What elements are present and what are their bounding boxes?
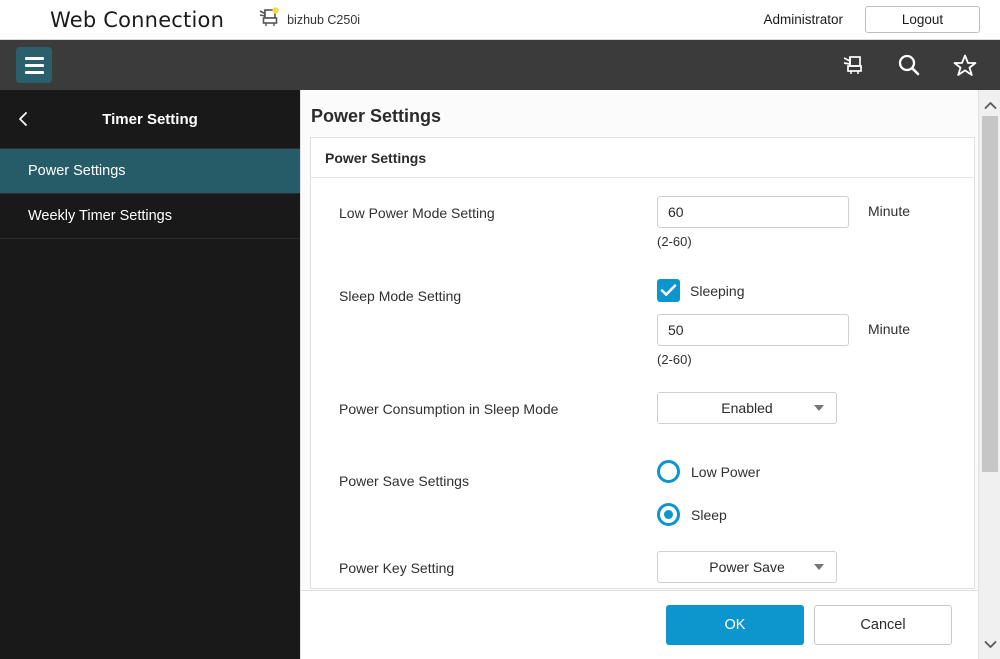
device-model-name: bizhub C250i — [287, 12, 361, 27]
radio-sleep[interactable] — [657, 503, 680, 526]
row-low-power-mode: Low Power Mode Setting (2-60) Minute — [311, 196, 974, 249]
control-power-consumption: Enabled — [657, 392, 974, 436]
chevron-down-icon — [814, 564, 824, 570]
label-low-power-mode: Low Power Mode Setting — [339, 205, 495, 221]
sleeping-checkbox-group[interactable]: Sleeping — [657, 279, 910, 302]
sleep-minutes-input[interactable] — [657, 314, 849, 346]
sidebar-item-label: Power Settings — [28, 163, 126, 179]
radio-sleep-label: Sleep — [691, 506, 727, 523]
sidebar-item-power-settings[interactable]: Power Settings — [0, 149, 300, 194]
row-power-save: Power Save Settings Low Power Sleep — [311, 460, 974, 546]
power-key-selected-value: Power Save — [709, 559, 785, 575]
control-power-save: Low Power Sleep — [657, 460, 974, 546]
vertical-scrollbar[interactable] — [978, 90, 1000, 659]
chevron-down-icon[interactable] — [979, 633, 1000, 655]
radio-group-low-power[interactable]: Low Power — [657, 460, 760, 483]
radio-group-sleep[interactable]: Sleep — [657, 503, 760, 526]
star-icon[interactable] — [952, 52, 978, 78]
control-power-key: Power Save — [657, 551, 974, 595]
printer-icon — [257, 6, 280, 33]
control-sleep-mode: Sleeping (2-60) Minute — [657, 279, 974, 367]
low-power-minutes-input[interactable] — [657, 196, 849, 228]
printer-status-icon[interactable] — [840, 52, 866, 78]
hint-sleep-range: (2-60) — [657, 352, 692, 367]
logout-button[interactable]: Logout — [865, 6, 980, 33]
unit-low-power: Minute — [868, 203, 911, 219]
search-icon[interactable] — [896, 52, 922, 78]
sleeping-checkbox[interactable] — [657, 279, 680, 302]
current-user-label: Administrator — [763, 12, 843, 27]
label-sleep-mode: Sleep Mode Setting — [339, 288, 462, 304]
power-key-select[interactable]: Power Save — [657, 551, 837, 583]
action-footer: OK Cancel — [301, 590, 979, 659]
scrollbar-thumb[interactable] — [982, 116, 998, 472]
settings-form: Low Power Mode Setting (2-60) Minute Sle… — [311, 178, 974, 595]
chevron-left-icon[interactable] — [14, 110, 32, 128]
settings-card: Power Settings Low Power Mode Setting (2… — [310, 137, 975, 589]
label-power-key: Power Key Setting — [339, 560, 455, 576]
row-sleep-mode: Sleep Mode Setting Sleeping 50 (2-60) Mi… — [311, 279, 974, 367]
sidebar-title: Timer Setting — [102, 110, 198, 128]
sidebar-item-label: Weekly Timer Settings — [28, 208, 172, 224]
cancel-button[interactable]: Cancel — [814, 605, 952, 645]
unit-sleep: Minute — [868, 321, 911, 337]
main-content: Power Settings Power Settings Low Power … — [300, 90, 979, 659]
top-brand-bar: Web Connection bizhub C250i Administrato… — [0, 0, 1000, 40]
label-power-consumption: Power Consumption in Sleep Mode — [339, 401, 559, 417]
hint-low-power-range: (2-60) — [657, 234, 692, 249]
radio-low-power-label: Low Power — [691, 463, 761, 480]
chevron-down-icon — [814, 405, 824, 411]
sleeping-checkbox-label: Sleeping — [690, 282, 745, 299]
sidebar-item-weekly-timer-settings[interactable]: Weekly Timer Settings — [0, 194, 300, 239]
power-consumption-select[interactable]: Enabled — [657, 392, 837, 424]
main-navigation-bar — [0, 40, 1000, 90]
control-low-power-mode: (2-60) Minute — [657, 196, 974, 249]
app-brand-title: Web Connection — [50, 7, 225, 32]
label-power-save: Power Save Settings — [339, 473, 469, 489]
hamburger-bar — [24, 63, 44, 67]
chevron-up-icon[interactable] — [979, 94, 1000, 116]
sidebar-header: Timer Setting — [0, 90, 300, 149]
topbar-right-group: Administrator Logout — [763, 6, 980, 33]
device-identity: bizhub C250i — [257, 6, 361, 33]
card-title: Power Settings — [311, 138, 974, 178]
ok-button[interactable]: OK — [666, 605, 804, 645]
check-icon — [660, 284, 677, 296]
nav-icon-group — [840, 52, 978, 78]
sidebar: Timer Setting Power Settings Weekly Time… — [0, 90, 300, 659]
hamburger-bar — [24, 70, 44, 74]
radio-low-power[interactable] — [657, 460, 680, 483]
row-power-key: Power Key Setting Power Save — [311, 551, 974, 595]
row-power-consumption: Power Consumption in Sleep Mode Enabled — [311, 392, 974, 436]
page-title: Power Settings — [311, 106, 442, 126]
power-consumption-selected-value: Enabled — [721, 400, 773, 416]
hamburger-bar — [24, 56, 44, 60]
hamburger-menu-icon[interactable] — [16, 47, 52, 83]
